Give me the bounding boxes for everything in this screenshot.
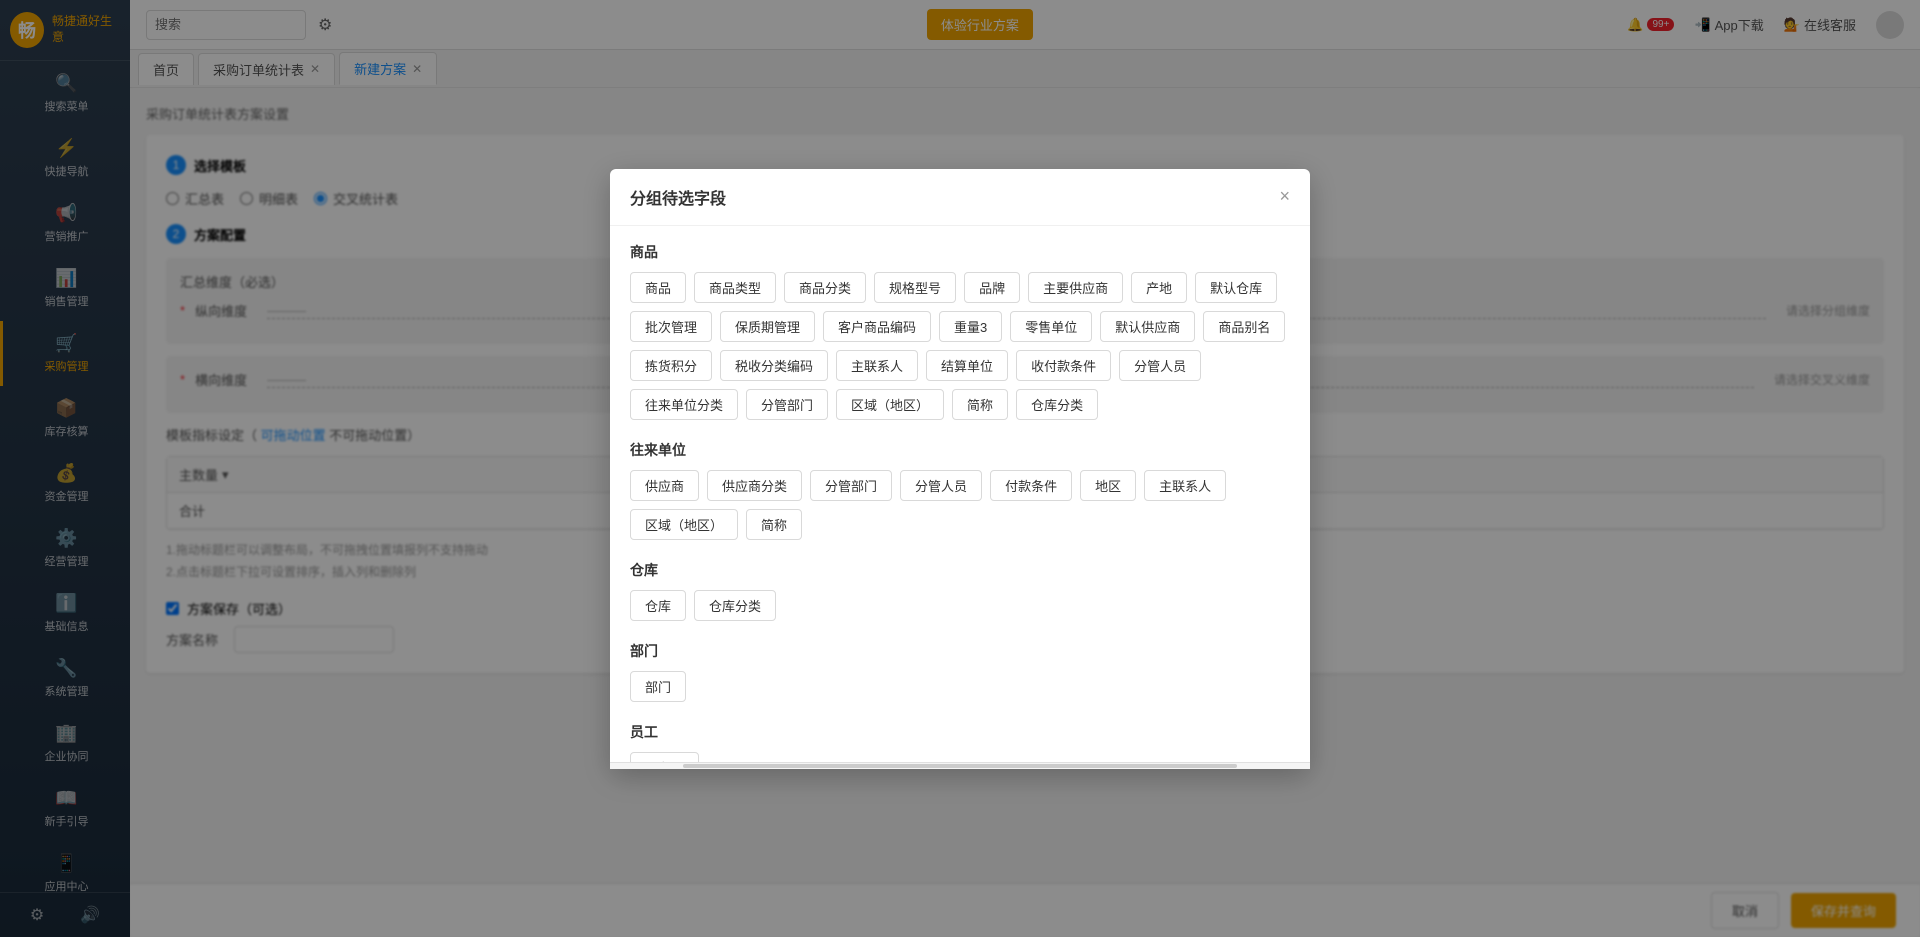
field-group-title: 往来单位 xyxy=(630,440,1290,460)
field-group-仓库: 仓库仓库仓库分类 xyxy=(630,560,1290,621)
field-group-员工: 员工业务员 xyxy=(630,722,1290,763)
field-group-title: 仓库 xyxy=(630,560,1290,580)
field-tags: 业务员 xyxy=(630,752,1290,763)
field-tag[interactable]: 税收分类编码 xyxy=(720,350,828,381)
field-tag[interactable]: 默认供应商 xyxy=(1100,311,1195,342)
field-tag[interactable]: 品牌 xyxy=(964,272,1020,303)
field-tag[interactable]: 商品 xyxy=(630,272,686,303)
field-group-往来单位: 往来单位供应商供应商分类分管部门分管人员付款条件地区主联系人区域（地区） 简称 xyxy=(630,440,1290,540)
field-tag[interactable]: 商品别名 xyxy=(1203,311,1285,342)
field-tag[interactable]: 批次管理 xyxy=(630,311,712,342)
field-tag[interactable]: 产地 xyxy=(1131,272,1187,303)
field-group-title: 部门 xyxy=(630,641,1290,661)
field-tag[interactable]: 简称 xyxy=(746,509,802,540)
field-tag[interactable]: 仓库分类 xyxy=(1016,389,1098,420)
field-tag[interactable]: 仓库 xyxy=(630,590,686,621)
field-tags: 部门 xyxy=(630,671,1290,702)
field-tags: 仓库仓库分类 xyxy=(630,590,1290,621)
field-tag[interactable]: 区域（地区） xyxy=(630,509,738,540)
field-group-title: 商品 xyxy=(630,242,1290,262)
field-tag[interactable]: 商品类型 xyxy=(694,272,776,303)
field-tag[interactable]: 部门 xyxy=(630,671,686,702)
modal-header: 分组待选字段 × xyxy=(610,169,1310,226)
field-tag[interactable]: 分管人员 xyxy=(900,470,982,501)
field-tag[interactable]: 仓库分类 xyxy=(694,590,776,621)
field-tag[interactable]: 业务员 xyxy=(630,752,699,763)
field-tag[interactable]: 拣货积分 xyxy=(630,350,712,381)
field-group-部门: 部门部门 xyxy=(630,641,1290,702)
modal-close-button[interactable]: × xyxy=(1279,186,1290,207)
field-tag[interactable]: 客户商品编码 xyxy=(823,311,931,342)
hscroll-thumb xyxy=(683,764,1237,768)
field-tag[interactable]: 分管部门 xyxy=(746,389,828,420)
field-tag[interactable]: 主联系人 xyxy=(836,350,918,381)
field-tag[interactable]: 简称 xyxy=(952,389,1008,420)
field-tag[interactable]: 主要供应商 xyxy=(1028,272,1123,303)
field-group-title: 员工 xyxy=(630,722,1290,742)
field-tag[interactable]: 地区 xyxy=(1080,470,1136,501)
field-tag[interactable]: 分管人员 xyxy=(1119,350,1201,381)
field-tag[interactable]: 往来单位分类 xyxy=(630,389,738,420)
modal: 分组待选字段 × 商品商品商品类型商品分类规格型号品牌主要供应商产地默认仓库批次… xyxy=(610,169,1310,769)
field-tags: 供应商供应商分类分管部门分管人员付款条件地区主联系人区域（地区） 简称 xyxy=(630,470,1290,540)
field-tag[interactable]: 重量3 xyxy=(939,311,1002,342)
field-tag[interactable]: 收付款条件 xyxy=(1016,350,1111,381)
field-group-商品: 商品商品商品类型商品分类规格型号品牌主要供应商产地默认仓库批次管理保质期管理客户… xyxy=(630,242,1290,420)
field-tag[interactable]: 零售单位 xyxy=(1010,311,1092,342)
modal-body: 商品商品商品类型商品分类规格型号品牌主要供应商产地默认仓库批次管理保质期管理客户… xyxy=(610,226,1310,763)
field-tag[interactable]: 区域（地区） xyxy=(836,389,944,420)
field-tag[interactable]: 供应商 xyxy=(630,470,699,501)
field-tag[interactable]: 保质期管理 xyxy=(720,311,815,342)
field-tag[interactable]: 商品分类 xyxy=(784,272,866,303)
modal-title: 分组待选字段 xyxy=(630,185,726,209)
field-tag[interactable]: 供应商分类 xyxy=(707,470,802,501)
field-tag[interactable]: 分管部门 xyxy=(810,470,892,501)
field-tag[interactable]: 结算单位 xyxy=(926,350,1008,381)
modal-horizontal-scrollbar[interactable] xyxy=(610,762,1310,769)
field-tags: 商品商品类型商品分类规格型号品牌主要供应商产地默认仓库批次管理保质期管理客户商品… xyxy=(630,272,1290,420)
field-tag[interactable]: 付款条件 xyxy=(990,470,1072,501)
field-tag[interactable]: 规格型号 xyxy=(874,272,956,303)
field-tag[interactable]: 默认仓库 xyxy=(1195,272,1277,303)
field-tag[interactable]: 主联系人 xyxy=(1144,470,1226,501)
